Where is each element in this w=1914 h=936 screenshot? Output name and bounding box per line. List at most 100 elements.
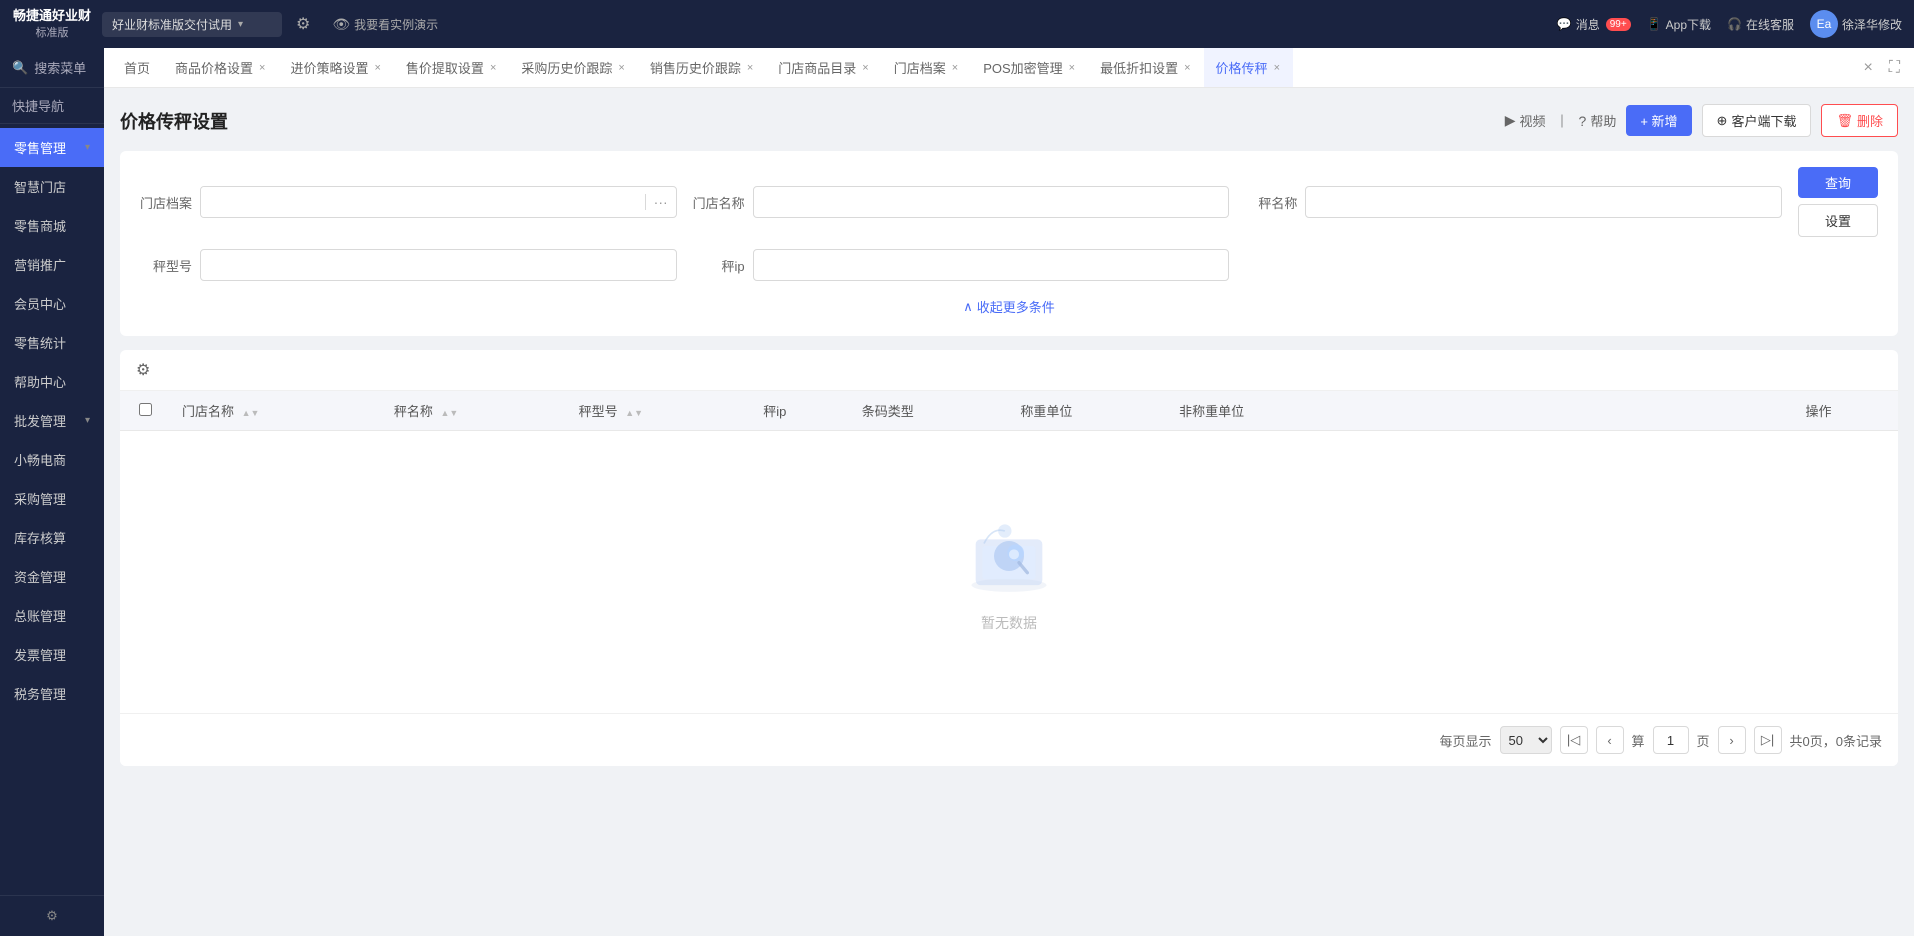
close-tab-icon[interactable]: × <box>374 62 380 74</box>
tab-store-catalog[interactable]: 门店商品目录 × <box>766 48 881 88</box>
sidebar-item-ecommerce[interactable]: 小畅电商 <box>0 440 104 479</box>
sidebar-item-label: 库存核算 <box>14 528 66 547</box>
close-tab-icon[interactable]: × <box>1274 62 1280 74</box>
add-button[interactable]: + 新增 <box>1626 105 1691 136</box>
sidebar-item-help[interactable]: 帮助中心 <box>0 362 104 401</box>
filter-scale-name: 秤名称 <box>1245 186 1782 218</box>
gear-icon: ⚙ <box>46 908 58 924</box>
close-tab-icon[interactable]: × <box>259 62 265 74</box>
sidebar-item-wholesale[interactable]: 批发管理▾ <box>0 401 104 440</box>
sidebar-item-inventory[interactable]: 库存核算 <box>0 518 104 557</box>
sidebar-item-finance[interactable]: 资金管理 <box>0 557 104 596</box>
store-archive-input[interactable] <box>201 186 645 218</box>
user-area[interactable]: Ea 徐泽华修改 <box>1810 10 1902 38</box>
tab-purchase-history[interactable]: 采购历史价跟踪× <box>509 48 637 88</box>
tab-pos-management[interactable]: POS加密管理 × <box>971 48 1088 88</box>
tab-purchase-strategy[interactable]: 进价策略设置× <box>278 48 393 88</box>
close-all-tabs-button[interactable]: × <box>1857 55 1878 81</box>
query-button[interactable]: 查询 <box>1798 167 1878 198</box>
table-settings-icon[interactable]: ⚙ <box>136 360 150 380</box>
collapse-button[interactable]: ∧ 收起更多条件 <box>140 293 1878 320</box>
sidebar-settings-button[interactable]: ⚙ <box>0 895 104 936</box>
close-tab-icon[interactable]: × <box>490 62 496 74</box>
page-header: 价格传秤设置 ▶ 视频 ｜ ? 帮助 + 新增 ⊕ 客户端下载 🗑 删除 <box>120 104 1898 137</box>
user-initials: Ea <box>1817 17 1832 31</box>
sidebar-item-marketing[interactable]: 营销推广 <box>0 245 104 284</box>
sidebar-item-purchase[interactable]: 采购管理 <box>0 479 104 518</box>
sidebar-item-retail[interactable]: 零售管理▾ <box>0 128 104 167</box>
close-tab-icon[interactable]: × <box>1184 62 1190 74</box>
sidebar-search[interactable]: 🔍 搜索菜单 <box>0 48 104 88</box>
tab-price-scale[interactable]: 价格传秤× <box>1204 48 1293 88</box>
th-non-weight-unit: 非称重单位 <box>1167 391 1793 431</box>
filter-scale-model: 秤型号 <box>140 249 677 281</box>
empty-row: 暂无数据 <box>120 431 1898 714</box>
close-tab-icon[interactable]: × <box>862 62 868 74</box>
scale-name-input[interactable] <box>1305 186 1782 218</box>
store-name-input[interactable] <box>753 186 1230 218</box>
last-page-button[interactable]: ▷| <box>1754 726 1782 754</box>
user-name: 徐泽华修改 <box>1842 16 1902 33</box>
sidebar-item-label: 小畅电商 <box>14 450 66 469</box>
close-tab-icon[interactable]: × <box>618 62 624 74</box>
sidebar-menu: 零售管理▾智慧门店零售商城营销推广会员中心零售统计帮助中心批发管理▾ 小畅电商采购… <box>0 124 104 717</box>
help-icon: ? <box>1579 113 1587 129</box>
tab-home[interactable]: 首页 <box>112 48 163 88</box>
download-button[interactable]: ⊕ 客户端下载 <box>1702 104 1812 137</box>
download-icon: ⊕ <box>1717 113 1728 129</box>
set-button[interactable]: 设置 <box>1798 204 1878 237</box>
version-selector[interactable]: 好业财标准版交付试用 ▾ <box>102 12 282 37</box>
sort-icon: ▲▼ <box>441 408 459 418</box>
select-all-checkbox[interactable] <box>139 403 152 416</box>
sidebar-quick-nav[interactable]: 快捷导航 <box>0 88 104 124</box>
expand-tabs-button[interactable]: ⛶ <box>1883 55 1906 81</box>
sidebar-item-label: 批发管理 <box>14 411 66 430</box>
scale-model-input[interactable] <box>200 249 677 281</box>
filter-row-1: 门店档案 ··· 门店名称 秤名称 查询 设置 <box>140 167 1878 237</box>
next-page-button[interactable]: › <box>1718 726 1746 754</box>
sidebar-item-smart-store[interactable]: 智慧门店 <box>0 167 104 206</box>
video-link[interactable]: ▶ 视频 <box>1505 111 1546 130</box>
sidebar-item-label: 零售统计 <box>14 333 66 352</box>
tab-store-archive[interactable]: 门店档案× <box>882 48 971 88</box>
video-label: 视频 <box>1519 111 1545 130</box>
tab-sale-price[interactable]: 售价提取设置 × <box>394 48 509 88</box>
help-link[interactable]: ? 帮助 <box>1579 111 1617 130</box>
demo-button[interactable]: 👁 我要看实例演示 <box>324 12 446 37</box>
close-tab-icon[interactable]: × <box>747 62 753 74</box>
tab-label: 售价提取设置 <box>406 58 484 77</box>
delete-button[interactable]: 🗑 删除 <box>1821 104 1898 137</box>
tab-label: POS加密管理 <box>983 58 1062 77</box>
sidebar-item-retail-stats[interactable]: 零售统计 <box>0 323 104 362</box>
tab-min-discount[interactable]: 最低折扣设置 × <box>1088 48 1203 88</box>
page-input[interactable] <box>1653 726 1689 754</box>
prev-page-button[interactable]: ‹ <box>1596 726 1624 754</box>
sidebar-item-online-store[interactable]: 零售商城 <box>0 206 104 245</box>
delete-icon: 🗑 <box>1836 113 1853 129</box>
filter-row-2: 秤型号 秤ip <box>140 249 1878 281</box>
online-service-button[interactable]: 🎧 在线客服 <box>1727 16 1794 33</box>
prev-page-icon: ‹ <box>1607 733 1611 748</box>
app-download-button[interactable]: 📱 App下载 <box>1647 16 1711 33</box>
close-tab-icon[interactable]: × <box>952 62 958 74</box>
set-label: 设置 <box>1825 214 1851 229</box>
first-page-button[interactable]: |◁ <box>1560 726 1588 754</box>
messages-button[interactable]: 💬 消息 99+ <box>1557 16 1631 33</box>
scale-ip-input[interactable] <box>753 249 1230 281</box>
tab-label: 最低折扣设置 <box>1100 58 1178 77</box>
sidebar-item-member[interactable]: 会员中心 <box>0 284 104 323</box>
close-tab-icon[interactable]: × <box>1069 62 1075 74</box>
sort-icon: ▲▼ <box>625 408 643 418</box>
tab-price-settings[interactable]: 商品价格设置 × <box>163 48 278 88</box>
settings-icon[interactable]: ⚙ <box>292 10 314 38</box>
tab-label: 商品价格设置 <box>175 58 253 77</box>
tab-label: 门店商品目录 <box>778 58 856 77</box>
sidebar-item-invoice[interactable]: 发票管理 <box>0 635 104 674</box>
sidebar-item-general-ledger[interactable]: 总账管理 <box>0 596 104 635</box>
filter-card: 门店档案 ··· 门店名称 秤名称 查询 设置 <box>120 151 1898 336</box>
tab-sale-history[interactable]: 销售历史价跟踪× <box>638 48 766 88</box>
per-page-select[interactable]: 50 10 20 100 <box>1500 726 1552 754</box>
sidebar-item-tax[interactable]: 税务管理 <box>0 674 104 713</box>
more-icon[interactable]: ··· <box>645 194 676 210</box>
topbar: 畅捷通好业财 标准版 好业财标准版交付试用 ▾ ⚙ 👁 我要看实例演示 💬 消息… <box>0 0 1914 48</box>
